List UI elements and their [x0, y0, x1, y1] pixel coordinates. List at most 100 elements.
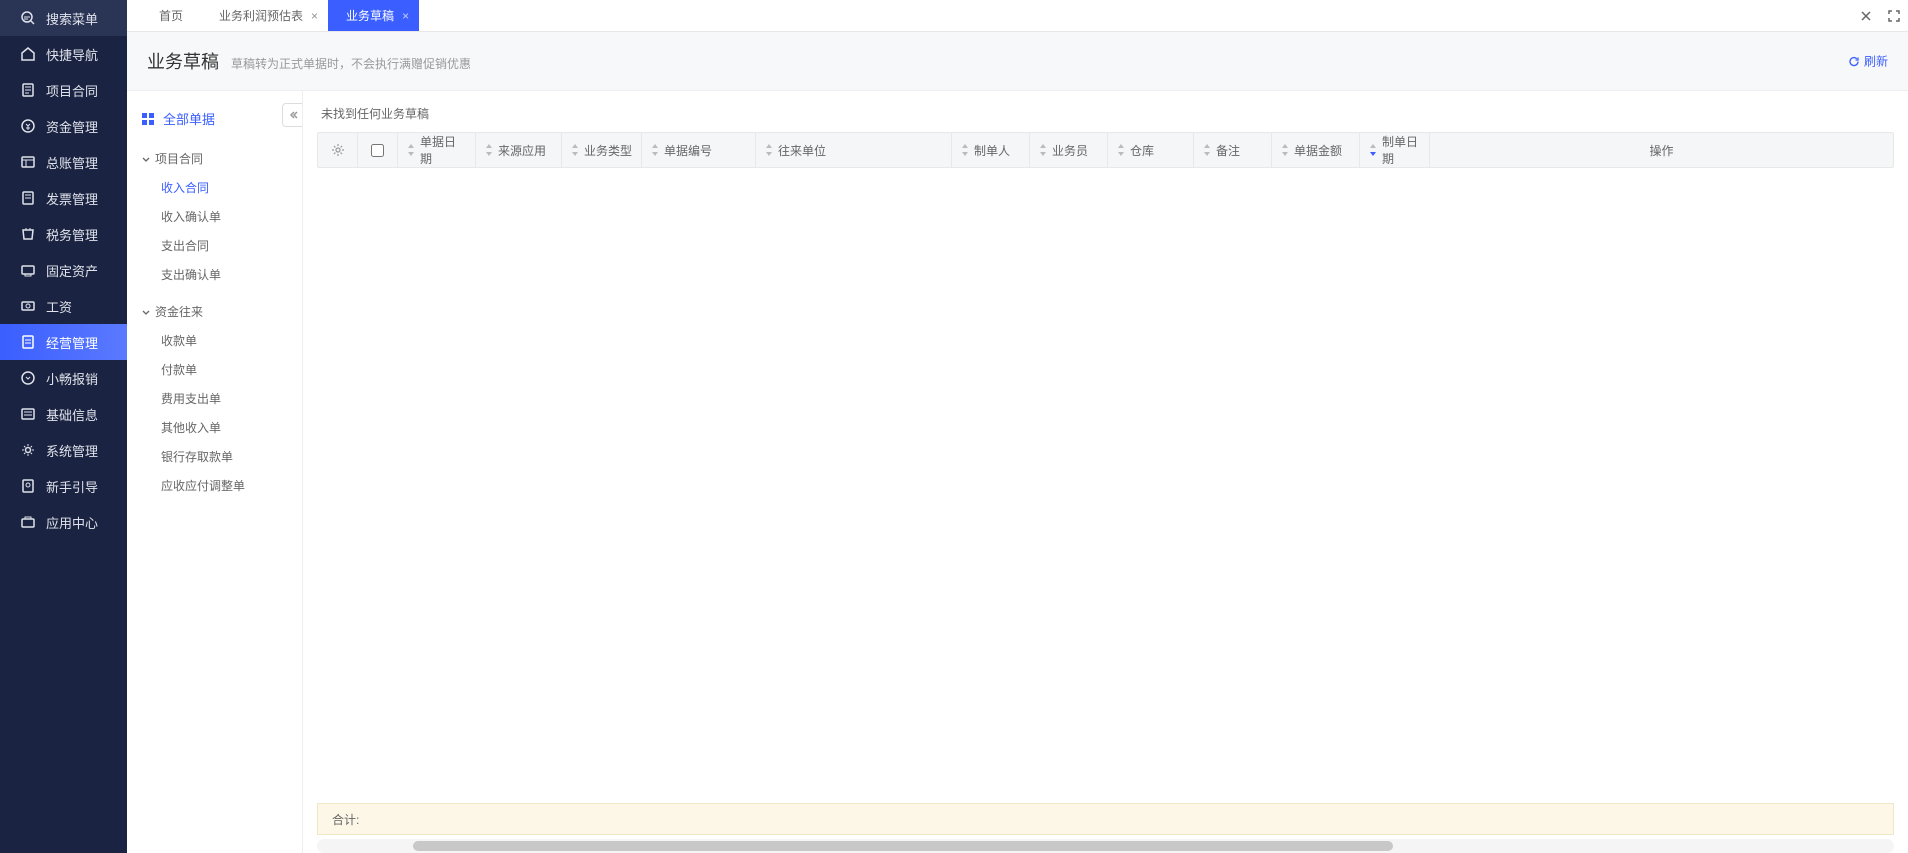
- close-all-button[interactable]: [1852, 0, 1880, 32]
- invoice-icon: [20, 190, 36, 206]
- sort-icon: [1038, 143, 1048, 157]
- category-item-ar-ap-adjust[interactable]: 应收应付调整单: [127, 471, 302, 500]
- category-group-header[interactable]: 资金往来: [127, 297, 302, 326]
- column-header-makedate[interactable]: 制单日期: [1360, 133, 1430, 167]
- category-item-expense-sheet[interactable]: 费用支出单: [127, 384, 302, 413]
- fullscreen-button[interactable]: [1880, 0, 1908, 32]
- tab-home[interactable]: 首页: [141, 0, 201, 31]
- close-icon[interactable]: ×: [402, 9, 409, 23]
- nav-search-menu[interactable]: 搜索菜单: [0, 0, 127, 36]
- nav-business-mgmt[interactable]: 经营管理: [0, 324, 127, 360]
- column-label: 制单人: [974, 142, 1010, 159]
- nav-expense[interactable]: 小畅报销: [0, 360, 127, 396]
- refresh-button[interactable]: 刷新: [1848, 53, 1908, 70]
- nav-label: 项目合同: [46, 81, 98, 100]
- nav-fixed-asset[interactable]: 固定资产: [0, 252, 127, 288]
- category-sidebar: 全部单据 项目合同 收入合同 收入确认单 支出合同 支出确认单: [127, 91, 303, 853]
- nav-label: 基础信息: [46, 405, 98, 424]
- expense-icon: [20, 370, 36, 386]
- horizontal-scrollbar[interactable]: [317, 839, 1894, 853]
- category-item-receipt[interactable]: 收款单: [127, 326, 302, 355]
- nav-base-info[interactable]: 基础信息: [0, 396, 127, 432]
- table-body: [317, 168, 1894, 803]
- category-group-label: 项目合同: [155, 150, 203, 167]
- sort-icon: [484, 143, 494, 157]
- page-header: 业务草稿 草稿转为正式单据时，不会执行满赠促销优惠 刷新: [127, 32, 1908, 91]
- column-label: 业务类型: [584, 142, 632, 159]
- page-title: 业务草稿: [147, 48, 219, 74]
- nav-salary[interactable]: 工资: [0, 288, 127, 324]
- column-label: 备注: [1216, 142, 1240, 159]
- nav-general-ledger[interactable]: 总账管理: [0, 144, 127, 180]
- tabs-right-controls: [1852, 0, 1908, 32]
- column-label: 单据金额: [1294, 142, 1342, 159]
- nav-label: 税务管理: [46, 225, 98, 244]
- chevron-down-icon: [141, 307, 151, 317]
- column-label: 仓库: [1130, 142, 1154, 159]
- column-settings-button[interactable]: [318, 133, 358, 167]
- sort-icon: [1116, 143, 1126, 157]
- column-header-source[interactable]: 来源应用: [476, 133, 562, 167]
- table-header: 单据日期 来源应用 业务类型 单据编号: [317, 132, 1894, 168]
- column-header-amount[interactable]: 单据金额: [1272, 133, 1360, 167]
- column-label: 业务员: [1052, 142, 1088, 159]
- nav-system[interactable]: 系统管理: [0, 432, 127, 468]
- nav-tax[interactable]: 税务管理: [0, 216, 127, 252]
- nav-label: 快捷导航: [46, 45, 98, 64]
- category-group-header[interactable]: 项目合同: [127, 144, 302, 173]
- nav-project-contract[interactable]: 项目合同: [0, 72, 127, 108]
- nav-label: 经营管理: [46, 333, 98, 352]
- money-icon: [20, 118, 36, 134]
- search-icon: [20, 10, 36, 26]
- category-item-income-contract[interactable]: 收入合同: [127, 173, 302, 202]
- column-header-maker[interactable]: 制单人: [952, 133, 1030, 167]
- collapse-sidebar-button[interactable]: [282, 103, 302, 127]
- close-icon[interactable]: ×: [311, 9, 318, 23]
- select-all-checkbox[interactable]: [358, 133, 398, 167]
- nav-label: 小畅报销: [46, 369, 98, 388]
- column-label: 操作: [1649, 142, 1673, 159]
- nav-label: 搜索菜单: [46, 9, 98, 28]
- column-header-warehouse[interactable]: 仓库: [1108, 133, 1194, 167]
- category-item-income-confirm[interactable]: 收入确认单: [127, 202, 302, 231]
- category-all-docs[interactable]: 全部单据: [127, 101, 302, 136]
- tab-business-draft[interactable]: 业务草稿 ×: [328, 0, 419, 31]
- ledger-icon: [20, 154, 36, 170]
- column-header-note[interactable]: 备注: [1194, 133, 1272, 167]
- category-item-expense-confirm[interactable]: 支出确认单: [127, 260, 302, 289]
- column-header-date[interactable]: 单据日期: [398, 133, 476, 167]
- asset-icon: [20, 262, 36, 278]
- body-row: 全部单据 项目合同 收入合同 收入确认单 支出合同 支出确认单: [127, 91, 1908, 853]
- scrollbar-thumb[interactable]: [413, 841, 1393, 851]
- column-header-docnum[interactable]: 单据编号: [642, 133, 756, 167]
- column-label: 来源应用: [498, 142, 546, 159]
- column-header-salesperson[interactable]: 业务员: [1030, 133, 1108, 167]
- nav-label: 新手引导: [46, 477, 98, 496]
- nav-label: 固定资产: [46, 261, 98, 280]
- main-nav: 搜索菜单 快捷导航 项目合同 资金管理 总账管理: [0, 0, 127, 853]
- empty-message: 未找到任何业务草稿: [317, 101, 1894, 132]
- table-footer: 合计:: [317, 803, 1894, 835]
- nav-invoice[interactable]: 发票管理: [0, 180, 127, 216]
- nav-guide[interactable]: 新手引导: [0, 468, 127, 504]
- category-item-bank-transfer[interactable]: 银行存取款单: [127, 442, 302, 471]
- sort-icon: [406, 143, 416, 157]
- nav-label: 工资: [46, 297, 72, 316]
- nav-apps[interactable]: 应用中心: [0, 504, 127, 540]
- checkbox[interactable]: [371, 144, 384, 157]
- column-label: 单据编号: [664, 142, 712, 159]
- column-header-party[interactable]: 往来单位: [756, 133, 952, 167]
- nav-quick[interactable]: 快捷导航: [0, 36, 127, 72]
- column-header-biztype[interactable]: 业务类型: [562, 133, 642, 167]
- category-item-expense-contract[interactable]: 支出合同: [127, 231, 302, 260]
- category-item-payment[interactable]: 付款单: [127, 355, 302, 384]
- tab-label: 业务草稿: [346, 7, 394, 24]
- column-label: 制单日期: [1382, 133, 1421, 167]
- nav-label: 系统管理: [46, 441, 98, 460]
- category-item-other-income[interactable]: 其他收入单: [127, 413, 302, 442]
- tab-profit-estimate[interactable]: 业务利润预估表 ×: [201, 0, 328, 31]
- nav-funds[interactable]: 资金管理: [0, 108, 127, 144]
- base-icon: [20, 406, 36, 422]
- refresh-icon: [1848, 55, 1860, 67]
- nav-label: 应用中心: [46, 513, 98, 532]
